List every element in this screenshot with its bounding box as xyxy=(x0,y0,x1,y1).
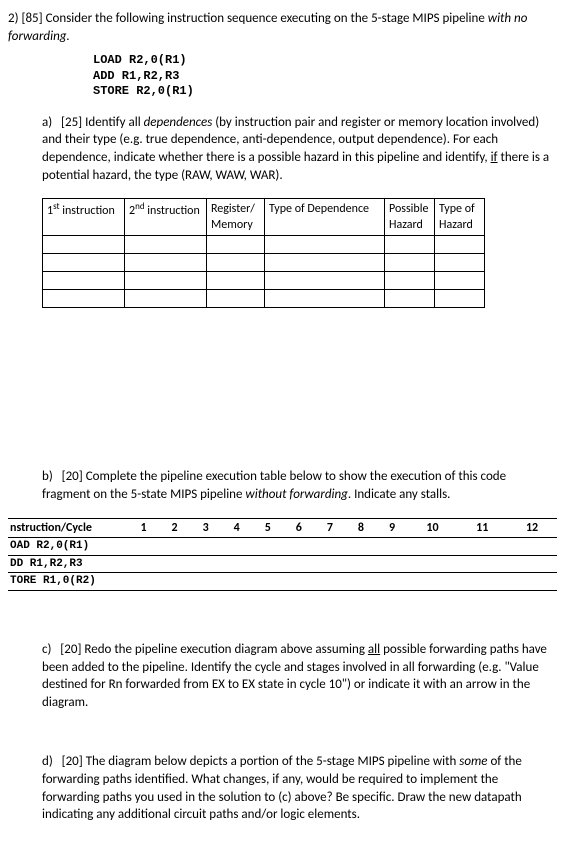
question-header: 2) [85] Consider the following instructi… xyxy=(8,10,557,45)
part-a-em: dependences xyxy=(144,115,213,130)
question-points: [85] xyxy=(21,11,42,26)
cycle-header: 1 xyxy=(128,518,159,537)
pipe-col-header: nstruction/Cycle xyxy=(8,518,128,537)
dependence-table: 1st instruction 2nd instruction Register… xyxy=(42,198,485,308)
part-a-underline: if xyxy=(491,150,498,165)
cycle-header: 10 xyxy=(408,518,458,537)
part-c-text1: Redo the pipeline execution diagram abov… xyxy=(84,642,368,657)
code-block: LOAD R2,0(R1) ADD R1,R2,R3 STORE R2,0(R1… xyxy=(93,53,557,100)
dep-col-6: Type of Hazard xyxy=(435,199,485,236)
part-d-text1: The diagram below depicts a portion of t… xyxy=(86,754,460,769)
part-d: d) [20] The diagram below depicts a port… xyxy=(26,753,557,823)
dep-col-5: Possible Hazard xyxy=(385,199,435,236)
part-b-em: without forwarding xyxy=(245,487,347,502)
part-c-points: [20] xyxy=(60,642,81,657)
part-c-underline: all xyxy=(368,642,380,657)
dep-col-3: Register/ Memory xyxy=(207,199,265,236)
cycle-header: 11 xyxy=(457,518,507,537)
table-row xyxy=(43,236,485,254)
cycle-header: 9 xyxy=(377,518,408,537)
part-d-label: d) xyxy=(42,754,53,769)
pipe-instr: DD R1,R2,R3 xyxy=(8,555,128,573)
table-row xyxy=(43,254,485,272)
pipe-instr: OAD R2,0(R1) xyxy=(8,537,128,555)
question-intro: Consider the following instruction seque… xyxy=(46,11,485,26)
code-line-1: LOAD R2,0(R1) xyxy=(93,53,557,69)
cycle-header: 6 xyxy=(283,518,314,537)
cycle-header: 12 xyxy=(507,518,557,537)
code-line-2: ADD R1,R2,R3 xyxy=(93,69,557,85)
part-a: a) [25] Identify all dependences (by ins… xyxy=(26,114,557,184)
table-row xyxy=(43,272,485,290)
pipeline-table: nstruction/Cycle 1 2 3 4 5 6 7 8 9 10 11… xyxy=(8,518,557,592)
dep-col-2: 2nd instruction xyxy=(125,199,207,236)
part-b-text2: . Indicate any stalls. xyxy=(348,487,451,502)
cycle-header: 4 xyxy=(221,518,252,537)
table-row: OAD R2,0(R1) xyxy=(8,537,557,555)
part-c: c) [20] Redo the pipeline execution diag… xyxy=(26,641,557,711)
question-number: 2) xyxy=(8,11,19,26)
code-line-3: STORE R2,0(R1) xyxy=(93,84,557,100)
table-row xyxy=(43,290,485,308)
table-row: DD R1,R2,R3 xyxy=(8,555,557,573)
spacer xyxy=(8,725,557,753)
part-a-label: a) xyxy=(42,115,52,130)
dep-col-1b: instruction xyxy=(60,204,115,218)
cycle-header: 5 xyxy=(252,518,283,537)
part-c-label: c) xyxy=(42,642,51,657)
dep-col-2b: instruction xyxy=(145,204,200,218)
pipe-instr: TORE R1,0(R2) xyxy=(8,573,128,591)
part-b: b) [20] Complete the pipeline execution … xyxy=(26,468,557,503)
part-b-label: b) xyxy=(42,469,53,484)
part-d-em: some xyxy=(459,754,487,769)
cycle-header: 3 xyxy=(190,518,221,537)
spacer xyxy=(8,591,557,641)
part-d-points: [20] xyxy=(62,754,83,769)
part-b-points: [20] xyxy=(62,469,83,484)
cycle-header: 2 xyxy=(159,518,190,537)
cycle-header: 8 xyxy=(345,518,376,537)
cycle-header: 7 xyxy=(314,518,345,537)
part-a-text1: Identify all xyxy=(85,115,144,130)
spacer xyxy=(8,308,557,468)
dep-col-4: Type of Dependence xyxy=(265,199,385,236)
table-row: TORE R1,0(R2) xyxy=(8,573,557,591)
dep-col-1: 1st instruction xyxy=(43,199,125,236)
part-a-points: [25] xyxy=(61,115,82,130)
